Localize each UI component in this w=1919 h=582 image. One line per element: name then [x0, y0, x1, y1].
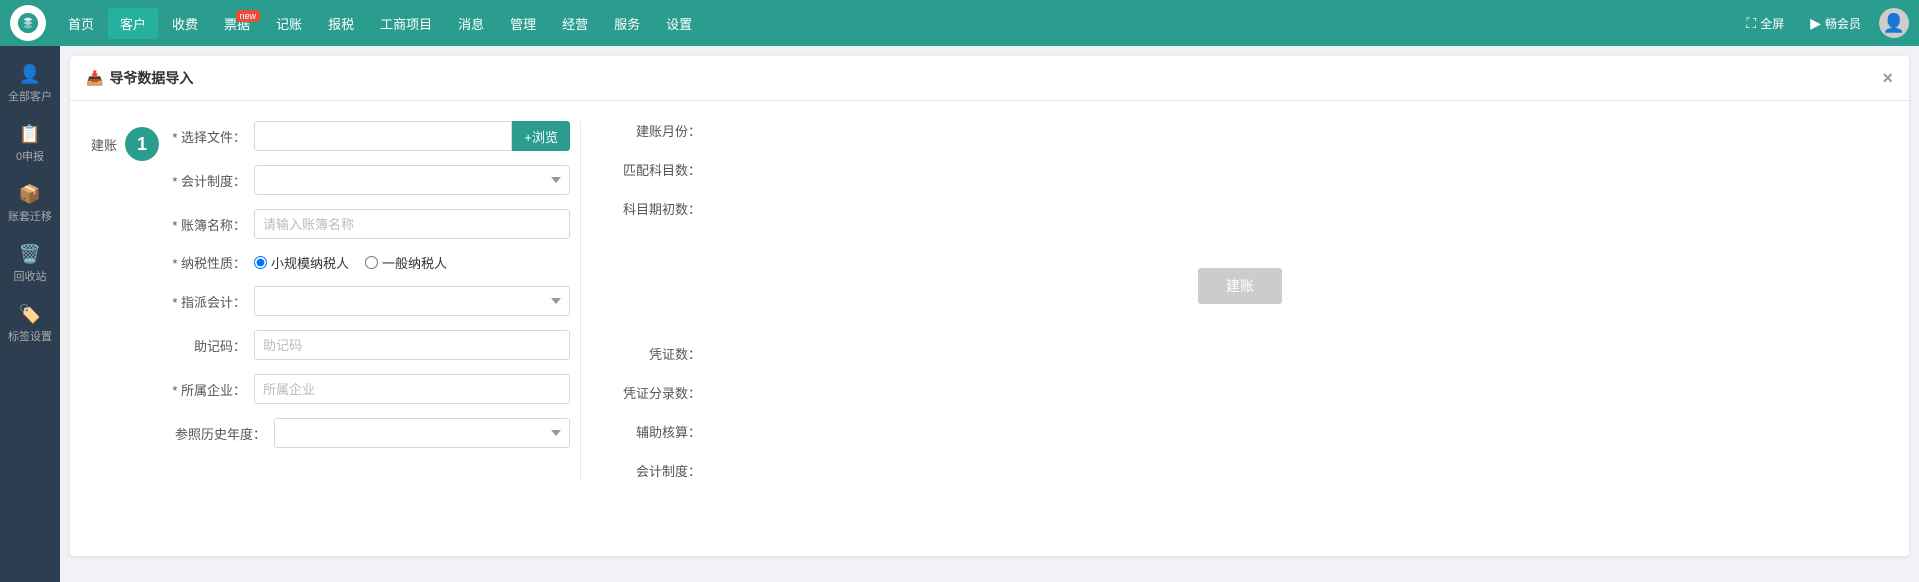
right-accounting-system-label: 会计制度：: [611, 461, 701, 480]
nav-tax[interactable]: 报税: [316, 8, 366, 39]
belonging-company-label: * 所属企业：: [166, 380, 246, 399]
small-taxpayer-label: 小规模纳税人: [271, 253, 349, 272]
build-account-button[interactable]: 建账: [1198, 268, 1282, 304]
panel-header: 📥 导爷数据导入 ×: [70, 56, 1909, 101]
accounting-system-select[interactable]: [254, 165, 570, 195]
assign-accountant-select[interactable]: [254, 286, 570, 316]
nav-bookkeeping[interactable]: 记账: [264, 8, 314, 39]
build-month-row: 建账月份：: [611, 121, 1869, 140]
form-left: 建账 1 * 选择文件： +浏览: [90, 121, 570, 480]
nav-management[interactable]: 管理: [498, 8, 548, 39]
belonging-company-row: * 所属企业：: [166, 374, 570, 404]
import-icon: 📥: [86, 70, 103, 87]
tax-radio-group: 小规模纳税人 一般纳税人: [254, 253, 447, 272]
nav-operations[interactable]: 经营: [550, 8, 600, 39]
memo-code-label: 助记码：: [166, 336, 246, 355]
fullscreen-btn[interactable]: ⛶ 全屏: [1738, 11, 1792, 36]
belonging-company-input[interactable]: [254, 374, 570, 404]
form-divider: [580, 121, 581, 480]
sidebar-item-declarations[interactable]: 📋 0申报: [0, 116, 60, 172]
sidebar-item-all-clients[interactable]: 👤 全部客户: [0, 56, 60, 112]
small-taxpayer-radio[interactable]: 小规模纳税人: [254, 253, 349, 272]
file-select-row: * 选择文件： +浏览: [166, 121, 570, 151]
tax-type-row: * 纳税性质： 小规模纳税人 一般纳税人: [166, 253, 570, 272]
nav-home[interactable]: 首页: [56, 8, 106, 39]
ledger-name-label: * 账簿名称：: [166, 215, 246, 234]
nav-items: 首页 客户 收费 票据 new 记账 报税 工商项目 消息 管理 经营 服务 设…: [56, 8, 1738, 39]
nav-messages[interactable]: 消息: [446, 8, 496, 39]
assign-accountant-label: * 指派会计：: [166, 292, 246, 311]
main-layout: 👤 全部客户 📋 0申报 📦 账套迁移 🗑️ 回收站 🏷️ 标签设置 📥: [0, 46, 1919, 582]
aux-accounting-label: 辅助核算：: [611, 422, 701, 441]
sidebar-item-migration[interactable]: 📦 账套迁移: [0, 176, 60, 232]
build-month-label: 建账月份：: [611, 121, 701, 140]
panel-title-text: 导爷数据导入: [109, 68, 193, 88]
accounting-system-row: * 会计制度：: [166, 165, 570, 195]
import-panel: 📥 导爷数据导入 × 建账 1: [70, 56, 1909, 556]
all-clients-icon: 👤: [19, 64, 41, 85]
nav-business[interactable]: 工商项目: [368, 8, 444, 39]
form-right: 建账月份： 匹配科目数： 科目期初数： 建账: [591, 121, 1889, 480]
sidebar-label-declarations: 0申报: [16, 148, 44, 164]
reference-year-row: 参照历史年度：: [166, 418, 570, 448]
accounting-system-label: * 会计制度：: [166, 171, 246, 190]
recycle-icon: 🗑️: [19, 244, 41, 265]
match-subjects-label: 匹配科目数：: [611, 160, 701, 179]
period-initial-label: 科目期初数：: [611, 199, 701, 218]
panel-title: 📥 导爷数据导入: [86, 68, 193, 88]
declarations-icon: 📋: [19, 124, 41, 145]
new-badge: new: [236, 10, 261, 22]
ledger-name-input[interactable]: [254, 209, 570, 239]
nav-settings[interactable]: 设置: [654, 8, 704, 39]
migration-icon: 📦: [19, 184, 41, 205]
memo-code-input[interactable]: [254, 330, 570, 360]
nav-right: ⛶ 全屏 ▶ 畅会员 👤: [1738, 8, 1909, 38]
build-account-label: 建账: [91, 135, 117, 154]
nav-clients[interactable]: 客户: [108, 8, 158, 39]
aux-accounting-row: 辅助核算：: [611, 422, 1869, 441]
match-subjects-row: 匹配科目数：: [611, 160, 1869, 179]
file-input[interactable]: [254, 121, 512, 151]
sidebar-item-recycle[interactable]: 🗑️ 回收站: [0, 236, 60, 292]
voucher-entries-row: 凭证分录数：: [611, 383, 1869, 402]
panel-body: 建账 1 * 选择文件： +浏览: [70, 101, 1909, 500]
sidebar: 👤 全部客户 📋 0申报 📦 账套迁移 🗑️ 回收站 🏷️ 标签设置: [0, 46, 60, 582]
main-content: 📥 导爷数据导入 × 建账 1: [60, 46, 1919, 582]
browse-button[interactable]: +浏览: [512, 121, 570, 151]
sidebar-label-migration: 账套迁移: [8, 208, 52, 224]
voucher-count-label: 凭证数：: [611, 344, 701, 363]
voucher-count-row: 凭证数：: [611, 344, 1869, 363]
ledger-name-row: * 账簿名称：: [166, 209, 570, 239]
period-initial-row: 科目期初数：: [611, 199, 1869, 218]
voucher-entries-label: 凭证分录数：: [611, 383, 701, 402]
assign-accountant-row: * 指派会计：: [166, 286, 570, 316]
memo-code-row: 助记码：: [166, 330, 570, 360]
sidebar-item-tags[interactable]: 🏷️ 标签设置: [0, 296, 60, 352]
sidebar-label-all-clients: 全部客户: [8, 88, 52, 104]
nav-invoices[interactable]: 票据 new: [212, 8, 262, 39]
right-accounting-system-row: 会计制度：: [611, 461, 1869, 480]
step-badge: 1: [125, 127, 159, 161]
vip-btn[interactable]: ▶ 畅会员: [1802, 11, 1869, 36]
sidebar-label-tags: 标签设置: [8, 328, 52, 344]
close-button[interactable]: ×: [1882, 69, 1893, 87]
app-logo[interactable]: [10, 5, 46, 41]
general-taxpayer-label: 一般纳税人: [382, 253, 447, 272]
tags-icon: 🏷️: [19, 304, 41, 325]
nav-services[interactable]: 服务: [602, 8, 652, 39]
tax-type-label: * 纳税性质：: [166, 253, 246, 272]
user-avatar[interactable]: 👤: [1879, 8, 1909, 38]
reference-year-label: 参照历史年度：: [166, 424, 266, 443]
general-taxpayer-radio[interactable]: 一般纳税人: [365, 253, 447, 272]
nav-fees[interactable]: 收费: [160, 8, 210, 39]
file-label: * 选择文件：: [166, 127, 246, 146]
sidebar-label-recycle: 回收站: [14, 268, 47, 284]
reference-year-select[interactable]: [274, 418, 570, 448]
top-navigation: 首页 客户 收费 票据 new 记账 报税 工商项目 消息 管理 经营 服务 设…: [0, 0, 1919, 46]
